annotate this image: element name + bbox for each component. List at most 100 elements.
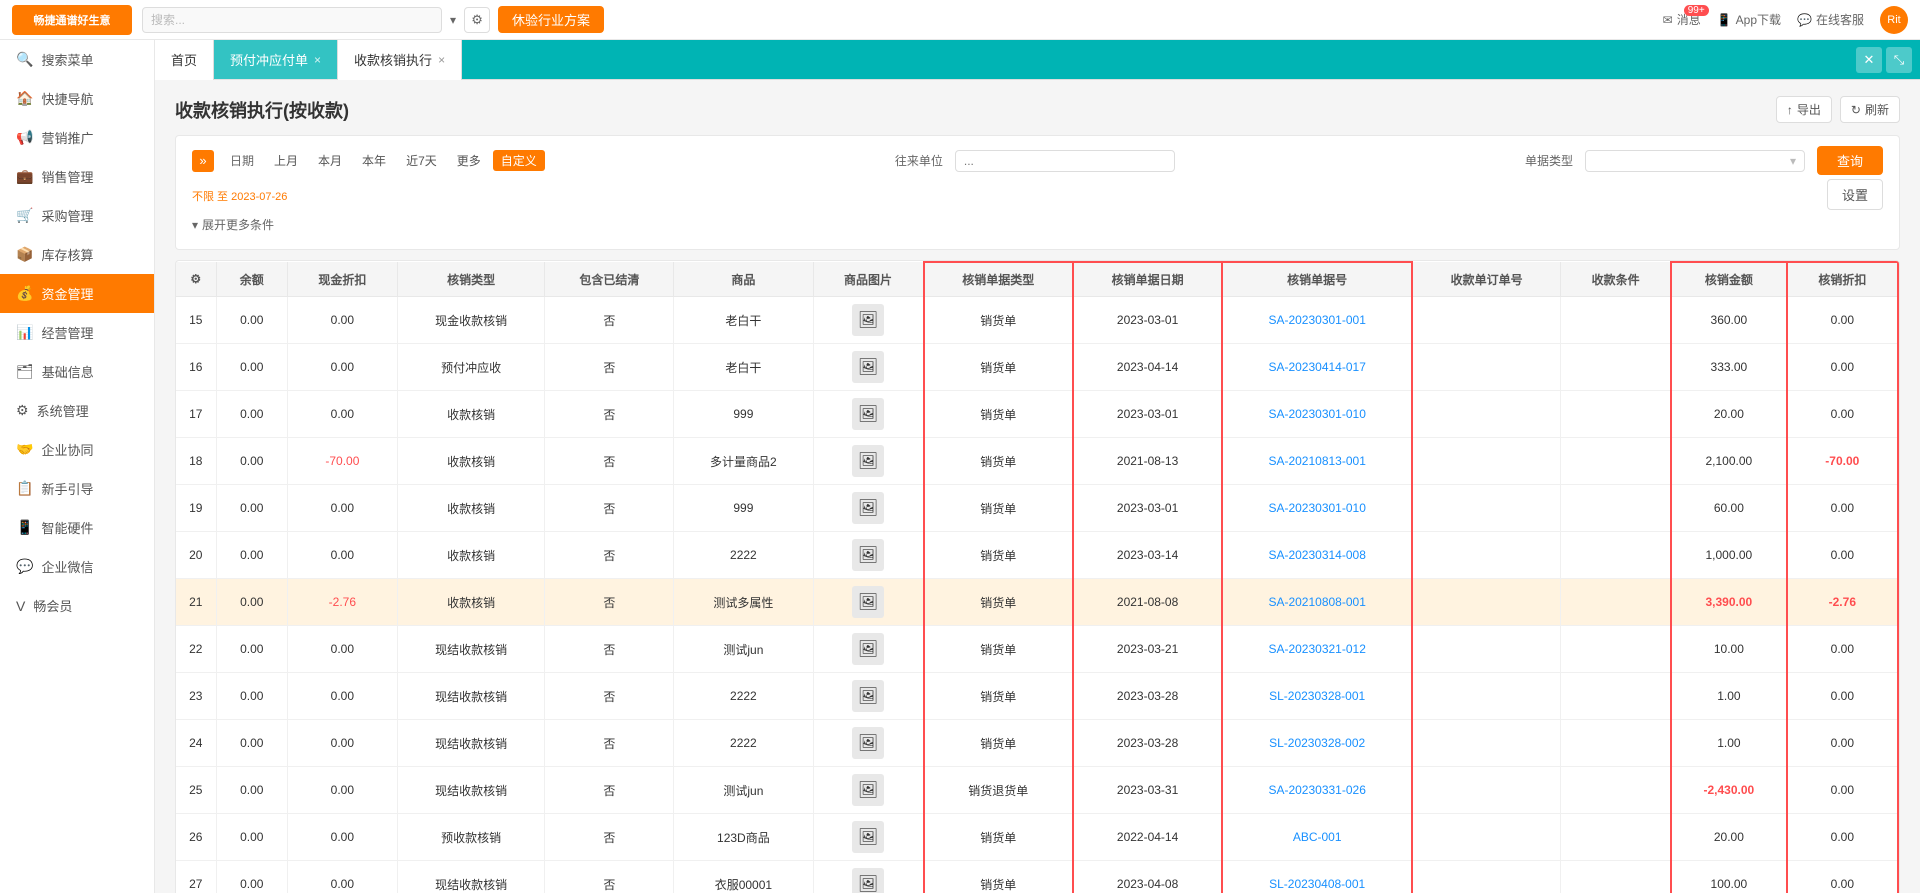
cell-doc-no[interactable]: SA-20230414-017 bbox=[1222, 344, 1412, 391]
date-tag-lastmonth[interactable]: 上月 bbox=[266, 150, 306, 171]
doc-no-link[interactable]: SA-20230314-008 bbox=[1268, 548, 1365, 562]
sidebar-item-inventory[interactable]: 📦 库存核算 bbox=[0, 235, 154, 274]
cell-doc-no[interactable]: SA-20230331-026 bbox=[1222, 767, 1412, 814]
online-service-btn[interactable]: 💬 在线客服 bbox=[1797, 11, 1864, 28]
sidebar-item-wechat[interactable]: 💬 企业微信 bbox=[0, 547, 154, 586]
message-icon-btn[interactable]: ✉ 99+ 消息 bbox=[1663, 11, 1701, 28]
top-search-box[interactable]: 搜索... bbox=[142, 7, 442, 33]
industry-solution-btn[interactable]: 休验行业方案 bbox=[498, 6, 604, 33]
cell-cash-discount: -2.76 bbox=[288, 579, 398, 626]
cell-discount: 0.00 bbox=[1787, 673, 1898, 720]
cell-settled: 否 bbox=[545, 861, 674, 893]
cell-doc-date: 2023-03-01 bbox=[1073, 485, 1222, 532]
cell-cash-discount: 0.00 bbox=[288, 673, 398, 720]
cell-doc-date: 2023-03-28 bbox=[1073, 673, 1222, 720]
sidebar-item-system[interactable]: ⚙ 系统管理 bbox=[0, 391, 154, 430]
tab-writeoff-close-icon[interactable]: × bbox=[438, 53, 445, 67]
doc-no-link[interactable]: SA-20230301-010 bbox=[1268, 407, 1365, 421]
filter-collapse-btn[interactable]: » bbox=[192, 150, 214, 172]
sidebar-label-hardware: 智能硬件 bbox=[41, 518, 93, 537]
app-download-btn[interactable]: 📱 App下载 bbox=[1717, 11, 1781, 28]
doc-no-link[interactable]: SL-20230328-002 bbox=[1269, 736, 1365, 750]
sidebar-item-member[interactable]: V 畅会员 bbox=[0, 586, 154, 625]
doc-no-link[interactable]: SA-20230331-026 bbox=[1268, 783, 1365, 797]
settings-gear-btn[interactable]: ⚙ bbox=[464, 7, 490, 33]
sidebar-item-basic[interactable]: 🗂 基础信息 bbox=[0, 352, 154, 391]
cell-doc-no[interactable]: SA-20230301-001 bbox=[1222, 297, 1412, 344]
cell-num: 25 bbox=[176, 767, 216, 814]
cell-order-no bbox=[1412, 720, 1561, 767]
doc-no-link[interactable]: ABC-001 bbox=[1293, 830, 1342, 844]
cell-pay-cond bbox=[1561, 297, 1671, 344]
cell-doc-no[interactable]: SA-20230314-008 bbox=[1222, 532, 1412, 579]
tab-prepay-label: 预付冲应付单 bbox=[230, 50, 308, 69]
query-btn[interactable]: 查询 bbox=[1817, 146, 1883, 175]
purchase-icon: 🛒 bbox=[16, 207, 33, 224]
doc-no-link[interactable]: SA-20230414-017 bbox=[1268, 360, 1365, 374]
filter-row-1: » 日期 上月 本月 本年 近7天 更多 自定义 往来单位 bbox=[192, 146, 1883, 175]
cell-discount: 0.00 bbox=[1787, 391, 1898, 438]
doc-type-select[interactable]: ▾ bbox=[1585, 150, 1805, 172]
cell-settled: 否 bbox=[545, 297, 674, 344]
sidebar-item-marketing[interactable]: 📢 营销推广 bbox=[0, 118, 154, 157]
sidebar-item-search[interactable]: 🔍 搜索菜单 bbox=[0, 40, 154, 79]
th-settings[interactable]: ⚙ bbox=[176, 262, 216, 297]
tab-writeoff[interactable]: 收款核销执行 × bbox=[338, 40, 462, 80]
export-btn[interactable]: ↑ 导出 bbox=[1776, 96, 1832, 123]
tab-expand-btn[interactable]: ⤡ bbox=[1886, 47, 1912, 73]
cell-doc-no[interactable]: SA-20230301-010 bbox=[1222, 485, 1412, 532]
cell-balance: 0.00 bbox=[216, 297, 288, 344]
doc-no-link[interactable]: SA-20230301-010 bbox=[1268, 501, 1365, 515]
date-tag-custom[interactable]: 自定义 bbox=[493, 150, 545, 171]
cell-doc-no[interactable]: SA-20210813-001 bbox=[1222, 438, 1412, 485]
partner-input-wrap[interactable] bbox=[955, 150, 1175, 172]
sidebar-item-nav[interactable]: 🏠 快捷导航 bbox=[0, 79, 154, 118]
doc-no-link[interactable]: SL-20230408-001 bbox=[1269, 877, 1365, 891]
sidebar-item-purchase[interactable]: 🛒 采购管理 bbox=[0, 196, 154, 235]
partner-input[interactable] bbox=[964, 154, 1166, 168]
cell-doc-no[interactable]: SL-20230328-001 bbox=[1222, 673, 1412, 720]
user-avatar[interactable]: Rit bbox=[1880, 6, 1908, 34]
cell-doc-no[interactable]: SA-20210808-001 bbox=[1222, 579, 1412, 626]
date-tag-more[interactable]: 更多 bbox=[449, 150, 489, 171]
tab-prepay[interactable]: 预付冲应付单 × bbox=[214, 40, 338, 80]
top-dropdown[interactable]: ▾ bbox=[450, 13, 456, 27]
date-tag-thismonth[interactable]: 本月 bbox=[310, 150, 350, 171]
cell-doc-no[interactable]: SL-20230408-001 bbox=[1222, 861, 1412, 893]
date-tag-7days[interactable]: 近7天 bbox=[398, 150, 445, 171]
settings-btn[interactable]: 设置 bbox=[1827, 179, 1883, 210]
doc-no-link[interactable]: SA-20230321-012 bbox=[1268, 642, 1365, 656]
date-tag-thisyear[interactable]: 本年 bbox=[354, 150, 394, 171]
sidebar-item-operation[interactable]: 📊 经营管理 bbox=[0, 313, 154, 352]
sidebar-label-sales: 销售管理 bbox=[41, 167, 93, 186]
cell-doc-date: 2023-03-01 bbox=[1073, 391, 1222, 438]
cell-amount: 333.00 bbox=[1671, 344, 1787, 391]
doc-no-link[interactable]: SA-20210808-001 bbox=[1268, 595, 1365, 609]
sidebar-item-finance[interactable]: 💰 资金管理 bbox=[0, 274, 154, 313]
sidebar-item-hardware[interactable]: 📱 智能硬件 bbox=[0, 508, 154, 547]
cell-goods: 2222 bbox=[674, 720, 813, 767]
cell-goods: 老白干 bbox=[674, 297, 813, 344]
cell-doc-no[interactable]: SL-20230328-002 bbox=[1222, 720, 1412, 767]
app-download-icon: 📱 bbox=[1717, 13, 1732, 27]
expand-more-btn[interactable]: ▾ 展开更多条件 bbox=[192, 216, 1883, 233]
tab-home[interactable]: 首页 bbox=[155, 40, 214, 80]
sidebar-item-sales[interactable]: 💼 销售管理 bbox=[0, 157, 154, 196]
tab-close-btn[interactable]: ✕ bbox=[1856, 47, 1882, 73]
refresh-btn[interactable]: ↻ 刷新 bbox=[1840, 96, 1900, 123]
cell-doc-no[interactable]: SA-20230301-010 bbox=[1222, 391, 1412, 438]
cell-doc-no[interactable]: ABC-001 bbox=[1222, 814, 1412, 861]
sidebar-item-guide[interactable]: 📋 新手引导 bbox=[0, 469, 154, 508]
cell-pay-cond bbox=[1561, 438, 1671, 485]
page-title: 收款核销执行(按收款) bbox=[175, 97, 349, 123]
th-pay-cond: 收款条件 bbox=[1561, 262, 1671, 297]
cell-balance: 0.00 bbox=[216, 391, 288, 438]
cell-doc-no[interactable]: SA-20230321-012 bbox=[1222, 626, 1412, 673]
cell-type: 收款核销 bbox=[397, 391, 545, 438]
marketing-icon: 📢 bbox=[16, 129, 33, 146]
sidebar-item-collab[interactable]: 🤝 企业协同 bbox=[0, 430, 154, 469]
doc-no-link[interactable]: SL-20230328-001 bbox=[1269, 689, 1365, 703]
doc-no-link[interactable]: SA-20210813-001 bbox=[1268, 454, 1365, 468]
tab-prepay-close-icon[interactable]: × bbox=[314, 53, 321, 67]
doc-no-link[interactable]: SA-20230301-001 bbox=[1268, 313, 1365, 327]
